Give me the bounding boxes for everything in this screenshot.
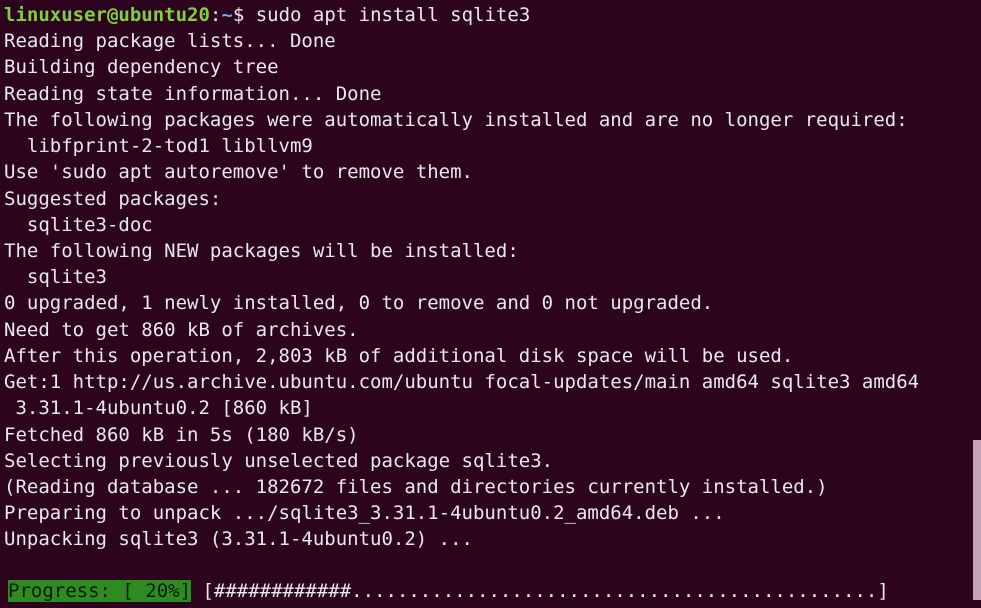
- prompt-user: linuxuser: [4, 4, 107, 26]
- output-line: Need to get 860 kB of archives.: [4, 319, 359, 341]
- output-line: sqlite3: [4, 266, 107, 288]
- output-line: Suggested packages:: [4, 188, 221, 210]
- prompt-path: ~: [221, 4, 232, 26]
- output-line: Get:1 http://us.archive.ubuntu.com/ubunt…: [4, 371, 919, 393]
- output-line: libfprint-2-tod1 libllvm9: [4, 135, 313, 157]
- output-line: (Reading database ... 182672 files and d…: [4, 476, 828, 498]
- progress-line: Progress: [ 20%] [############..........…: [4, 576, 904, 604]
- output-line: Fetched 860 kB in 5s (180 kB/s): [4, 424, 359, 446]
- output-line: 0 upgraded, 1 newly installed, 0 to remo…: [4, 292, 713, 314]
- progress-bar: [############...........................…: [191, 580, 900, 602]
- output-line: Reading state information... Done: [4, 83, 382, 105]
- output-line: Building dependency tree: [4, 56, 279, 78]
- progress-label: Progress: [ 20%]: [8, 580, 191, 602]
- output-line: The following packages were automaticall…: [4, 109, 908, 131]
- output-line: Use 'sudo apt autoremove' to remove them…: [4, 161, 473, 183]
- output-line: After this operation, 2,803 kB of additi…: [4, 345, 793, 367]
- prompt-sep: :: [210, 4, 221, 26]
- scrollbar-thumb[interactable]: [973, 440, 981, 600]
- scrollbar[interactable]: [973, 0, 981, 608]
- output-line: sqlite3-doc: [4, 214, 153, 236]
- output-line: Preparing to unpack .../sqlite3_3.31.1-4…: [4, 502, 725, 524]
- prompt-host: ubuntu20: [118, 4, 210, 26]
- output-line: Reading package lists... Done: [4, 30, 336, 52]
- output-line: Selecting previously unselected package …: [4, 450, 553, 472]
- output-line: The following NEW packages will be insta…: [4, 240, 519, 262]
- output-line: 3.31.1-4ubuntu0.2 [860 kB]: [4, 397, 313, 419]
- output-line: Unpacking sqlite3 (3.31.1-4ubuntu0.2) ..…: [4, 528, 473, 550]
- terminal-area[interactable]: linuxuser@ubuntu20:~$ sudo apt install s…: [0, 0, 981, 553]
- prompt-at: @: [107, 4, 118, 26]
- command-text: sudo apt install sqlite3: [256, 4, 531, 26]
- prompt-end: $: [233, 4, 256, 26]
